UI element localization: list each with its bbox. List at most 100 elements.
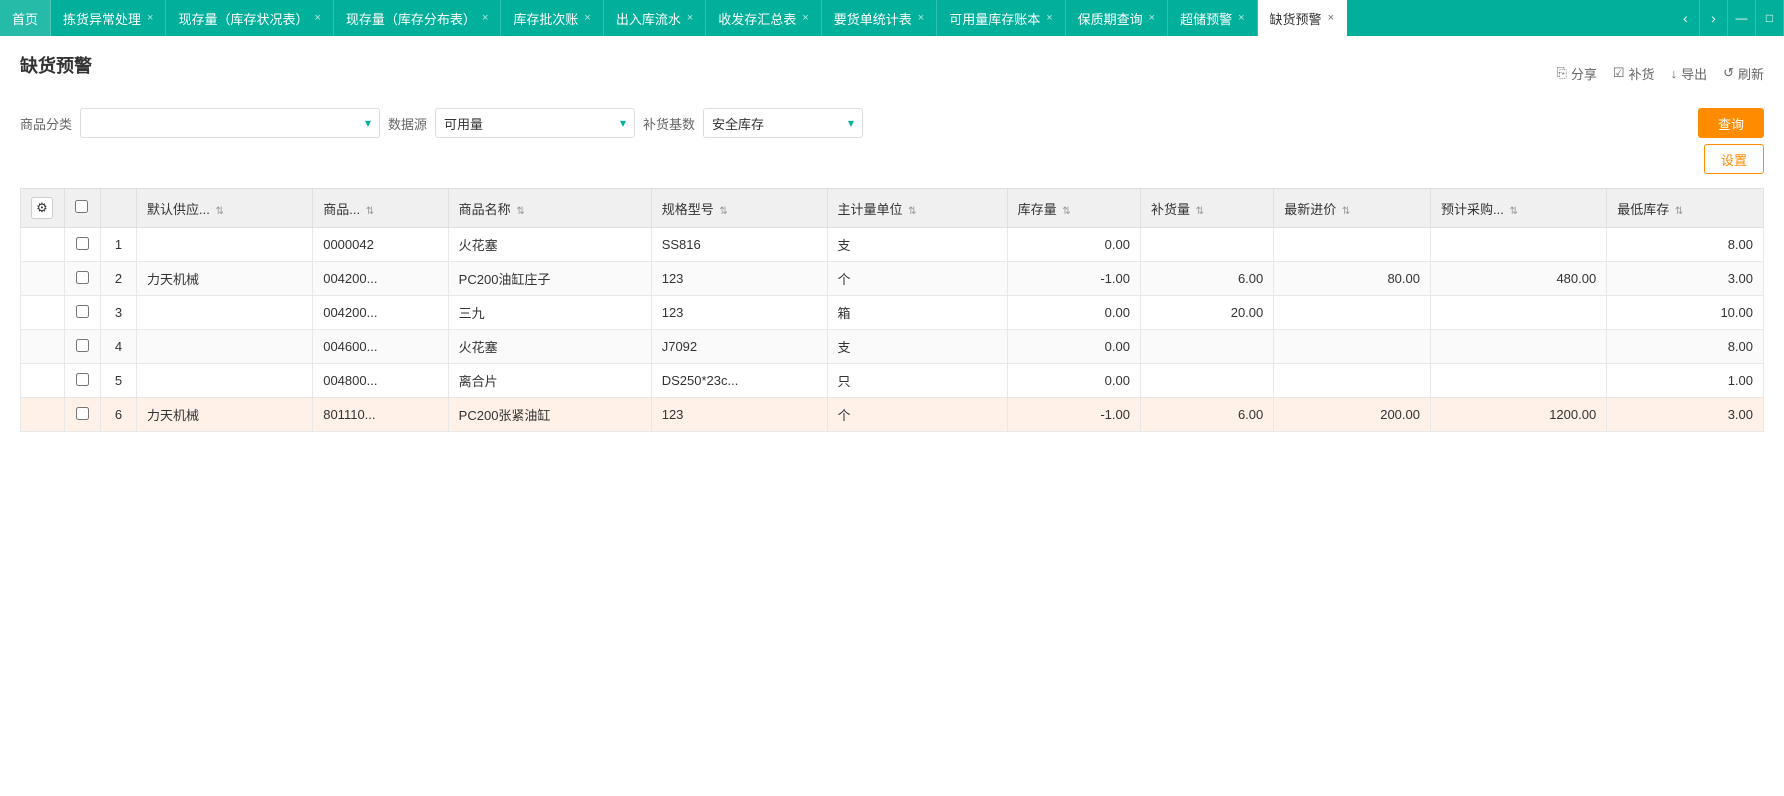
row-checkbox-2[interactable] <box>76 305 89 318</box>
category-chevron-icon: ▾ <box>365 116 371 130</box>
td-latest-price-4 <box>1274 364 1431 398</box>
td-supplier-3 <box>137 330 313 364</box>
table-row: 6 力天机械 801110... PC200张紧油缸 123 个 -1.00 6… <box>21 398 1764 432</box>
nav-tab-shortage[interactable]: 缺货预警 × <box>1258 0 1347 36</box>
td-stock-0: 0.00 <box>1007 228 1140 262</box>
td-rownum-5: 6 <box>101 398 137 432</box>
tab-close-collection[interactable]: × <box>802 12 808 24</box>
nav-minimize-button[interactable]: — <box>1728 0 1756 36</box>
td-rownum-0: 1 <box>101 228 137 262</box>
td-checkbox-4 <box>65 364 101 398</box>
td-stock-3: 0.00 <box>1007 330 1140 364</box>
nav-tab-label: 库存批次账 <box>513 9 578 28</box>
th-goods-name-label: 商品名称 <box>459 202 511 217</box>
category-select[interactable]: ▾ <box>80 108 380 138</box>
td-min-stock-2: 10.00 <box>1607 296 1764 330</box>
row-checkbox-3[interactable] <box>76 339 89 352</box>
table-settings-icon[interactable]: ⚙ <box>31 197 53 219</box>
replenish-base-label: 补货基数 <box>643 114 695 133</box>
th-spec: 规格型号 ⇅ <box>651 189 827 228</box>
tab-close-expiry[interactable]: × <box>1149 12 1155 24</box>
datasource-select[interactable]: 可用量 ▾ <box>435 108 635 138</box>
tab-close-inout-flow[interactable]: × <box>687 12 693 24</box>
td-goods-name-3: 火花塞 <box>448 330 651 364</box>
nav-tab-home[interactable]: 首页 <box>0 0 51 36</box>
td-settings-0 <box>21 228 65 262</box>
datasource-filter-label: 数据源 <box>388 114 427 133</box>
row-checkbox-0[interactable] <box>76 237 89 250</box>
td-unit-1: 个 <box>827 262 1007 296</box>
tab-close-inventory-dist[interactable]: × <box>482 12 488 24</box>
est-purchase-sort-icon[interactable]: ⇅ <box>1509 206 1517 217</box>
nav-tab-inventory-dist[interactable]: 现存量（库存分布表） × <box>334 0 501 36</box>
nav-tab-inout-flow[interactable]: 出入库流水× <box>604 0 706 36</box>
tab-close-inventory-status[interactable]: × <box>314 12 320 24</box>
goods-code-sort-icon[interactable]: ⇅ <box>366 206 374 217</box>
td-est-purchase-0 <box>1430 228 1606 262</box>
nav-tab-overstock[interactable]: 超储预警× <box>1168 0 1257 36</box>
td-stock-2: 0.00 <box>1007 296 1140 330</box>
row-checkbox-1[interactable] <box>76 271 89 284</box>
nav-tab-refine[interactable]: 拣货异常处理× <box>51 0 166 36</box>
replenish-button[interactable]: ☑ 补货 <box>1613 64 1655 83</box>
td-replenish-0 <box>1140 228 1273 262</box>
replenish-base-select[interactable]: 安全库存 ▾ <box>703 108 863 138</box>
datasource-select-value: 可用量 <box>444 114 620 133</box>
td-latest-price-0 <box>1274 228 1431 262</box>
table-row: 4 004600... 火花塞 J7092 支 0.00 8.00 <box>21 330 1764 364</box>
min-stock-sort-icon[interactable]: ⇅ <box>1675 206 1683 217</box>
latest-price-sort-icon[interactable]: ⇅ <box>1342 206 1350 217</box>
row-checkbox-5[interactable] <box>76 407 89 420</box>
nav-tab-expiry[interactable]: 保质期查询 × <box>1066 0 1168 36</box>
replenish-base-chevron-icon: ▾ <box>848 116 854 130</box>
td-supplier-5: 力天机械 <box>137 398 313 432</box>
td-est-purchase-4 <box>1430 364 1606 398</box>
select-all-checkbox[interactable] <box>75 200 88 213</box>
td-goods-code-0: 0000042 <box>313 228 448 262</box>
nav-maximize-button[interactable]: □ <box>1756 0 1784 36</box>
settings-button[interactable]: 设置 <box>1704 144 1764 174</box>
table-row: 5 004800... 离合片 DS250*23c... 只 0.00 1.00 <box>21 364 1764 398</box>
nav-prev-button[interactable]: ‹ <box>1672 0 1700 36</box>
tab-close-overstock[interactable]: × <box>1238 12 1244 24</box>
td-est-purchase-5: 1200.00 <box>1430 398 1606 432</box>
nav-tab-label: 保质期查询 <box>1078 9 1143 28</box>
goods-name-sort-icon[interactable]: ⇅ <box>516 206 524 217</box>
nav-tab-label: 现存量（库存分布表） <box>346 9 476 28</box>
tab-close-shortage[interactable]: × <box>1328 12 1334 24</box>
tab-close-available-ledger[interactable]: × <box>1046 12 1052 24</box>
nav-tab-label: 首页 <box>12 9 38 28</box>
td-spec-1: 123 <box>651 262 827 296</box>
tab-close-batch[interactable]: × <box>584 12 590 24</box>
nav-tab-label: 缺货预警 <box>1270 9 1322 28</box>
spec-sort-icon[interactable]: ⇅ <box>719 206 727 217</box>
nav-tab-label: 收发存汇总表 <box>718 9 796 28</box>
nav-tab-requisition[interactable]: 要货单统计表× <box>822 0 937 36</box>
page-title: 缺货预警 <box>20 52 92 78</box>
datasource-chevron-icon: ▾ <box>620 116 626 130</box>
table-row: 1 0000042 火花塞 SS816 支 0.00 8.00 <box>21 228 1764 262</box>
td-min-stock-5: 3.00 <box>1607 398 1764 432</box>
th-unit: 主计量单位 ⇅ <box>827 189 1007 228</box>
stock-sort-icon[interactable]: ⇅ <box>1062 206 1070 217</box>
th-replenish-label: 补货量 <box>1151 202 1190 217</box>
top-nav: 首页拣货异常处理×现存量（库存状况表）×现存量（库存分布表）×库存批次账×出入库… <box>0 0 1784 36</box>
share-button[interactable]: ⎘ 分享 <box>1556 64 1596 83</box>
nav-tab-inventory-status[interactable]: 现存量（库存状况表）× <box>166 0 333 36</box>
td-latest-price-3 <box>1274 330 1431 364</box>
query-button[interactable]: 查询 <box>1698 108 1764 138</box>
category-filter-label: 商品分类 <box>20 114 72 133</box>
tab-close-requisition[interactable]: × <box>918 12 924 24</box>
nav-tab-batch[interactable]: 库存批次账 × <box>501 0 603 36</box>
refresh-icon: ↺ <box>1723 65 1734 81</box>
replenish-sort-icon[interactable]: ⇅ <box>1196 206 1204 217</box>
nav-tab-available-ledger[interactable]: 可用量库存账本× <box>937 0 1065 36</box>
nav-tab-collection[interactable]: 收发存汇总表 × <box>706 0 821 36</box>
unit-sort-icon[interactable]: ⇅ <box>908 206 916 217</box>
nav-next-button[interactable]: › <box>1700 0 1728 36</box>
supplier-sort-icon[interactable]: ⇅ <box>215 206 223 217</box>
tab-close-refine[interactable]: × <box>147 12 153 24</box>
export-button[interactable]: ↓ 导出 <box>1671 64 1708 83</box>
refresh-button[interactable]: ↺ 刷新 <box>1723 64 1764 83</box>
row-checkbox-4[interactable] <box>76 373 89 386</box>
